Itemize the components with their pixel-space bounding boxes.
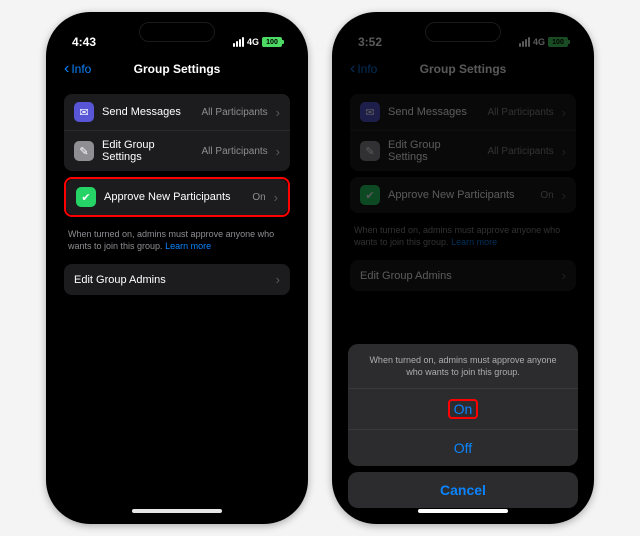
- row-label: Edit Group Settings: [102, 139, 194, 163]
- chevron-right-icon: ›: [276, 105, 280, 120]
- approve-icon: ✔: [360, 185, 380, 205]
- row-edit-admins[interactable]: Edit Group Admins ›: [64, 264, 290, 295]
- section-admins: Edit Group Admins ›: [350, 260, 576, 291]
- chevron-right-icon: ›: [276, 272, 280, 287]
- signal-icon: [233, 37, 244, 47]
- row-value: All Participants: [202, 107, 268, 118]
- back-label: Info: [357, 62, 377, 76]
- phone-left: 4:43 4G 100 ‹ Info Group Settings ✉ Send…: [46, 12, 308, 524]
- section-admins: Edit Group Admins ›: [64, 264, 290, 295]
- chat-icon: ✉: [360, 102, 380, 122]
- pencil-icon: ✎: [74, 141, 94, 161]
- status-time: 3:52: [358, 35, 382, 49]
- row-value: On: [540, 190, 553, 201]
- sheet-description: When turned on, admins must approve anyo…: [348, 344, 578, 389]
- action-sheet: When turned on, admins must approve anyo…: [348, 344, 578, 508]
- sheet-option-on[interactable]: On: [348, 389, 578, 430]
- learn-more-link[interactable]: Learn more: [451, 237, 497, 247]
- section-approve: ✔ Approve New Participants On ›: [350, 177, 576, 213]
- network-label: 4G: [247, 37, 259, 47]
- phone-right: 3:52 4G 100 ‹ Info Group Settings ✉ Send…: [332, 12, 594, 524]
- section-messaging: ✉ Send Messages All Participants › ✎ Edi…: [64, 94, 290, 171]
- row-value: All Participants: [488, 107, 554, 118]
- sheet-option-off[interactable]: Off: [348, 430, 578, 466]
- row-approve-participants[interactable]: ✔ Approve New Participants On ›: [350, 177, 576, 213]
- section-messaging: ✉ Send Messages All Participants › ✎ Edi…: [350, 94, 576, 171]
- row-label: Send Messages: [388, 106, 480, 118]
- chevron-right-icon: ›: [562, 144, 566, 159]
- row-edit-admins[interactable]: Edit Group Admins ›: [350, 260, 576, 291]
- back-label: Info: [71, 62, 91, 76]
- network-label: 4G: [533, 37, 545, 47]
- chevron-left-icon: ‹: [64, 61, 69, 77]
- chat-icon: ✉: [74, 102, 94, 122]
- row-label: Edit Group Admins: [360, 270, 554, 282]
- approve-footer-note: When turned on, admins must approve anyo…: [54, 223, 300, 258]
- chevron-right-icon: ›: [274, 190, 278, 205]
- back-button[interactable]: ‹ Info: [64, 61, 91, 77]
- row-send-messages[interactable]: ✉ Send Messages All Participants ›: [64, 94, 290, 130]
- row-label: Edit Group Settings: [388, 139, 480, 163]
- chevron-right-icon: ›: [562, 188, 566, 203]
- back-button[interactable]: ‹ Info: [350, 61, 377, 77]
- dynamic-island: [425, 22, 501, 42]
- row-label: Approve New Participants: [104, 191, 244, 203]
- sheet-group: When turned on, admins must approve anyo…: [348, 344, 578, 466]
- sheet-cancel-button[interactable]: Cancel: [348, 472, 578, 508]
- status-indicators: 4G 100: [519, 37, 568, 47]
- approve-footer-note: When turned on, admins must approve anyo…: [340, 219, 586, 254]
- screen-left: 4:43 4G 100 ‹ Info Group Settings ✉ Send…: [54, 20, 300, 516]
- section-approve-highlighted: ✔ Approve New Participants On ›: [64, 177, 290, 217]
- chevron-right-icon: ›: [562, 105, 566, 120]
- pencil-icon: ✎: [360, 141, 380, 161]
- nav-bar: ‹ Info Group Settings: [340, 56, 586, 88]
- home-indicator[interactable]: [418, 509, 508, 513]
- row-send-messages[interactable]: ✉ Send Messages All Participants ›: [350, 94, 576, 130]
- approve-icon: ✔: [76, 187, 96, 207]
- on-highlighted: On: [448, 399, 479, 419]
- screen-right: 3:52 4G 100 ‹ Info Group Settings ✉ Send…: [340, 20, 586, 516]
- signal-icon: [519, 37, 530, 47]
- chevron-left-icon: ‹: [350, 61, 355, 77]
- row-value: All Participants: [202, 146, 268, 157]
- status-time: 4:43: [72, 35, 96, 49]
- battery-icon: 100: [548, 37, 568, 47]
- row-label: Send Messages: [102, 106, 194, 118]
- row-approve-participants[interactable]: ✔ Approve New Participants On ›: [66, 179, 288, 215]
- dynamic-island: [139, 22, 215, 42]
- row-value: On: [252, 192, 265, 203]
- learn-more-link[interactable]: Learn more: [165, 241, 211, 251]
- row-value: All Participants: [488, 146, 554, 157]
- row-label: Edit Group Admins: [74, 274, 268, 286]
- chevron-right-icon: ›: [562, 268, 566, 283]
- nav-bar: ‹ Info Group Settings: [54, 56, 300, 88]
- status-indicators: 4G 100: [233, 37, 282, 47]
- row-label: Approve New Participants: [388, 189, 532, 201]
- row-edit-group[interactable]: ✎ Edit Group Settings All Participants ›: [350, 130, 576, 171]
- row-edit-group[interactable]: ✎ Edit Group Settings All Participants ›: [64, 130, 290, 171]
- home-indicator[interactable]: [132, 509, 222, 513]
- battery-icon: 100: [262, 37, 282, 47]
- chevron-right-icon: ›: [276, 144, 280, 159]
